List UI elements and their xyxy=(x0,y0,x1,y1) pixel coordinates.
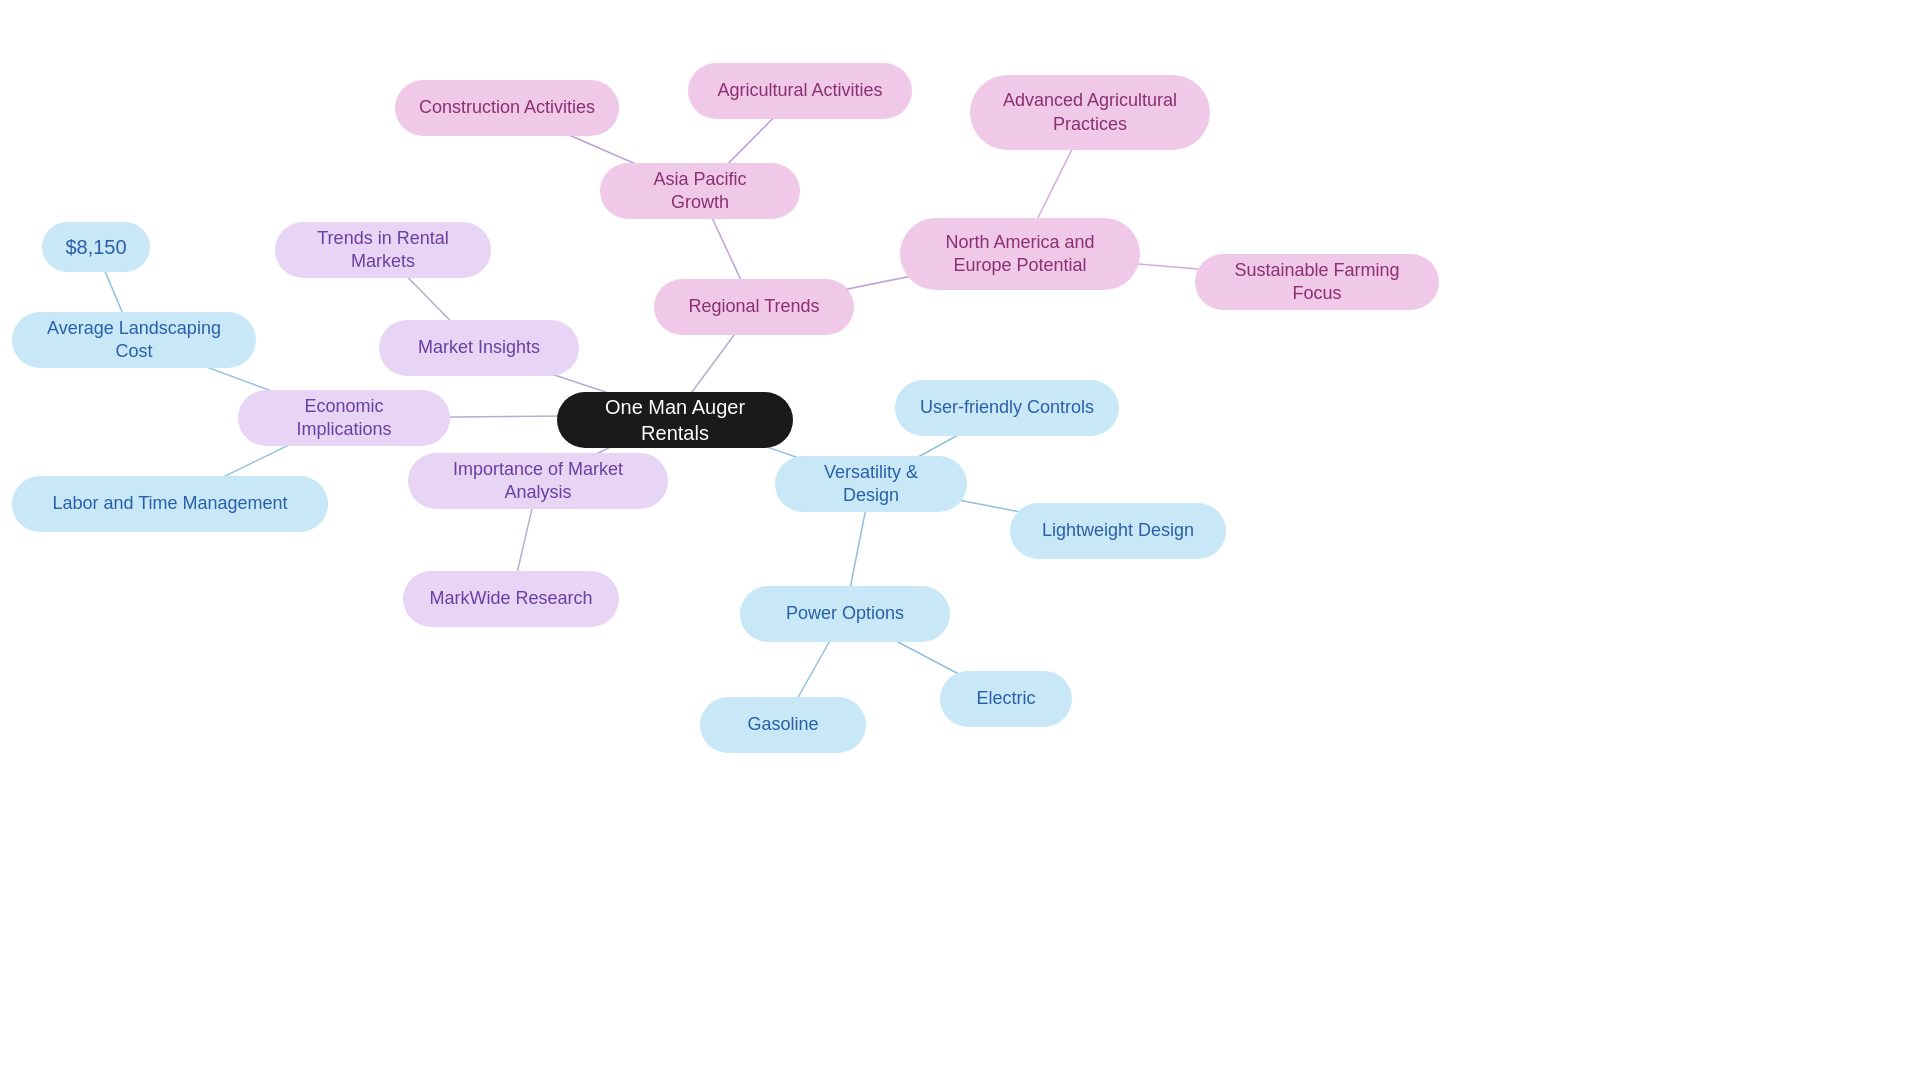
regional-trends-node[interactable]: Regional Trends xyxy=(654,279,854,335)
economic-implications-node[interactable]: Economic Implications xyxy=(238,390,450,446)
gasoline-node[interactable]: Gasoline xyxy=(700,697,866,753)
sustainable-farming-node[interactable]: Sustainable Farming Focus xyxy=(1195,254,1439,310)
agricultural-activities-node[interactable]: Agricultural Activities xyxy=(688,63,912,119)
electric-node[interactable]: Electric xyxy=(940,671,1072,727)
power-options-node[interactable]: Power Options xyxy=(740,586,950,642)
average-landscaping-cost-node[interactable]: Average Landscaping Cost xyxy=(12,312,256,368)
trends-rental-markets-node[interactable]: Trends in Rental Markets xyxy=(275,222,491,278)
markwide-research-node[interactable]: MarkWide Research xyxy=(403,571,619,627)
construction-activities-node[interactable]: Construction Activities xyxy=(395,80,619,136)
market-insights-node[interactable]: Market Insights xyxy=(379,320,579,376)
importance-market-analysis-node[interactable]: Importance of Market Analysis xyxy=(408,453,668,509)
lightweight-design-node[interactable]: Lightweight Design xyxy=(1010,503,1226,559)
north-america-europe-node[interactable]: North America and Europe Potential xyxy=(900,218,1140,290)
labor-time-management-node[interactable]: Labor and Time Management xyxy=(12,476,328,532)
center-node[interactable]: One Man Auger Rentals xyxy=(557,392,793,448)
versatility-design-node[interactable]: Versatility & Design xyxy=(775,456,967,512)
cost-value-node[interactable]: $8,150 xyxy=(42,222,150,272)
user-friendly-controls-node[interactable]: User-friendly Controls xyxy=(895,380,1119,436)
advanced-agricultural-practices-node[interactable]: Advanced Agricultural Practices xyxy=(970,75,1210,150)
asia-pacific-growth-node[interactable]: Asia Pacific Growth xyxy=(600,163,800,219)
